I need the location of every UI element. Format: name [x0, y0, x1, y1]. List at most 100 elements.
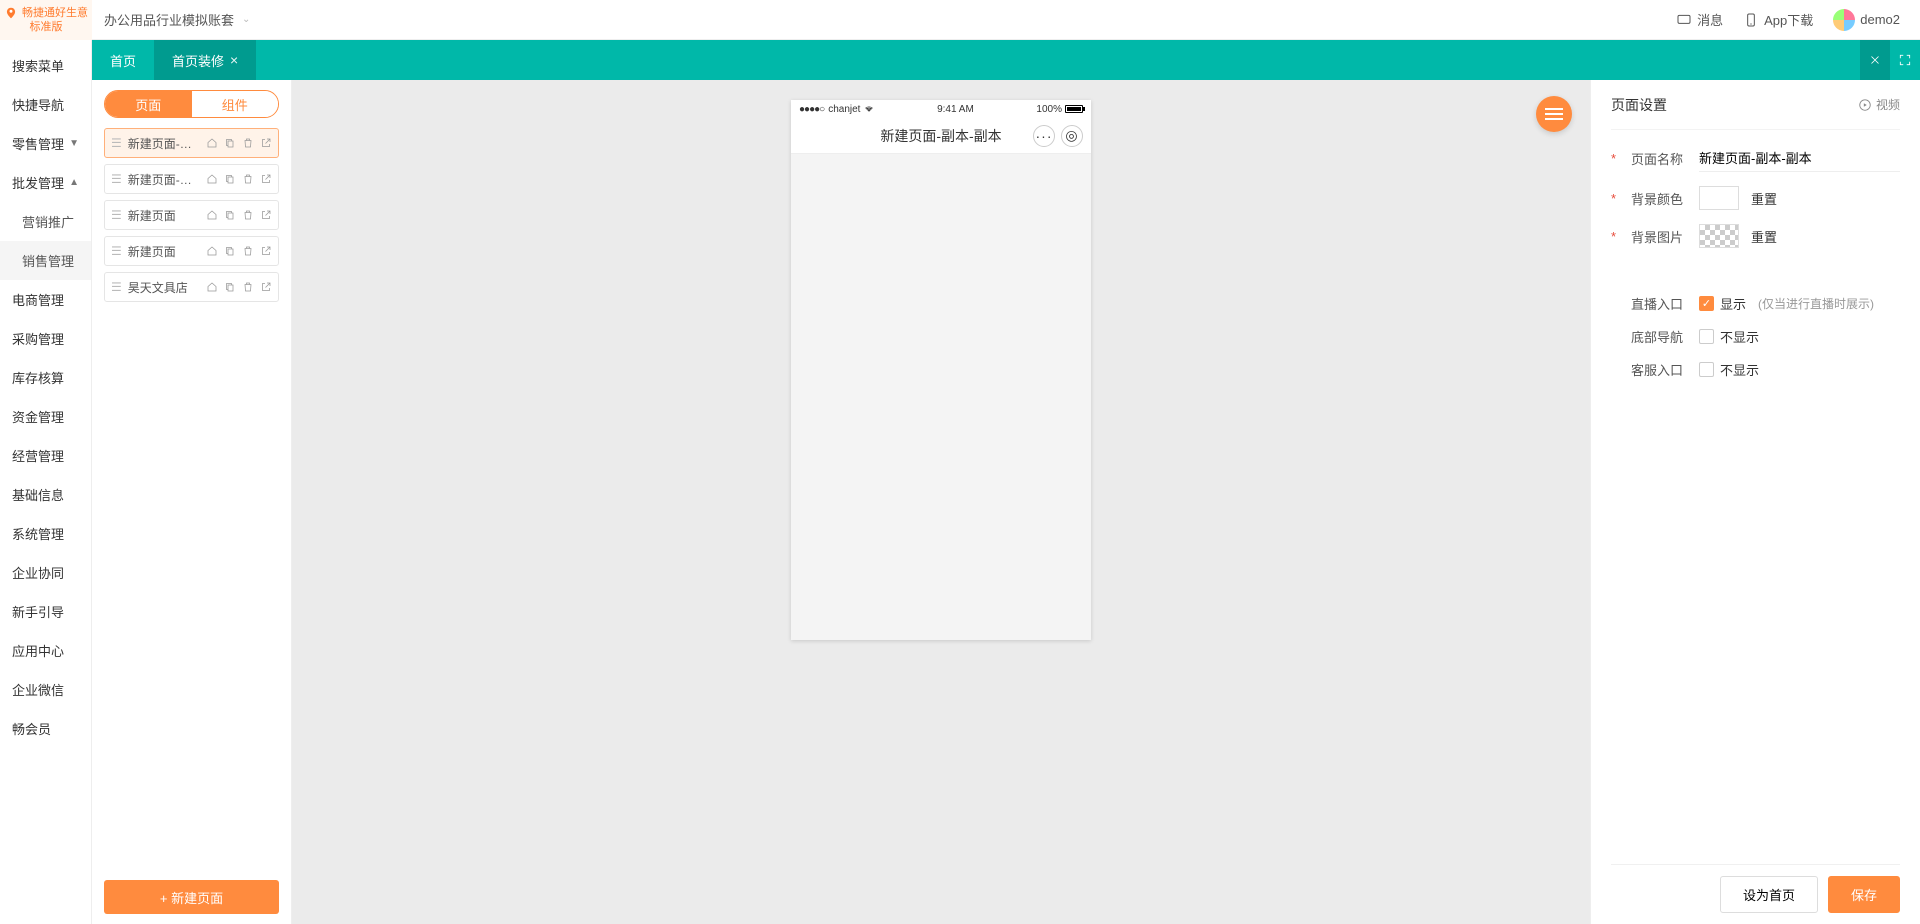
settings-panel: 页面设置 视频 * 页面名称 * 背景颜色: [1590, 80, 1920, 924]
label-service: 客服入口: [1631, 360, 1687, 379]
label-bottomnav: 底部导航: [1631, 327, 1687, 346]
nav-item-15[interactable]: 应用中心: [0, 631, 91, 670]
logo-text: 畅捷通好生意: [22, 6, 88, 20]
messages-link[interactable]: 消息: [1676, 10, 1723, 29]
main: 首页 首页装修 × 页面 组件 ☰新建页面-副本-...☰新建页面-副本☰新: [92, 40, 1920, 924]
nav-item-5[interactable]: 销售管理: [0, 241, 91, 280]
tab-close-all[interactable]: [1860, 40, 1890, 80]
mini-target-icon[interactable]: ◎: [1061, 125, 1083, 147]
nav-item-12[interactable]: 系统管理: [0, 514, 91, 553]
nav-item-2[interactable]: 零售管理▼: [0, 124, 91, 163]
live-hint: (仅当进行直播时展示): [1758, 295, 1874, 312]
nav-item-3[interactable]: 批发管理▲: [0, 163, 91, 202]
label-bgimg: 背景图片: [1631, 227, 1687, 246]
nav-item-4[interactable]: 营销推广: [0, 202, 91, 241]
phone-icon: [1743, 12, 1759, 28]
delete-icon[interactable]: [242, 173, 254, 185]
share-icon[interactable]: [260, 137, 272, 149]
drag-icon[interactable]: ☰: [111, 208, 122, 222]
page-item-4[interactable]: ☰昊天文具店: [104, 272, 279, 302]
app-download-link[interactable]: App下载: [1743, 10, 1813, 29]
live-checkbox[interactable]: ✓ 显示: [1699, 294, 1746, 313]
nav-item-7[interactable]: 采购管理: [0, 319, 91, 358]
seg-component[interactable]: 组件: [192, 91, 279, 117]
home-icon[interactable]: [206, 173, 218, 185]
signal-icon: ●●●●○: [799, 104, 824, 115]
tab-page-decor[interactable]: 首页装修 ×: [154, 40, 256, 80]
drag-icon[interactable]: ☰: [111, 172, 122, 186]
page-item-1[interactable]: ☰ 新建页面-副本: [104, 164, 279, 194]
phone-body[interactable]: [791, 154, 1091, 640]
bgimg-reset[interactable]: 重置: [1751, 227, 1777, 246]
copy-icon[interactable]: [224, 281, 236, 293]
delete-icon[interactable]: [242, 245, 254, 257]
nav-item-10[interactable]: 经营管理: [0, 436, 91, 475]
close-icon[interactable]: ×: [230, 52, 238, 68]
page-item-label: 新建页面-副本: [128, 171, 200, 188]
delete-icon[interactable]: [242, 209, 254, 221]
battery-icon: [1065, 105, 1083, 113]
copy-icon[interactable]: [224, 209, 236, 221]
tab-fullscreen[interactable]: [1890, 40, 1920, 80]
page-item-2[interactable]: ☰新建页面: [104, 200, 279, 230]
save-button[interactable]: 保存: [1828, 876, 1900, 913]
delete-icon[interactable]: [242, 137, 254, 149]
canvas: ●●●●○ chanjet 9:41 AM 100% 新建页面-副本-副本: [292, 80, 1590, 924]
nav-item-13[interactable]: 企业协同: [0, 553, 91, 592]
label-bgcolor: 背景颜色: [1631, 189, 1687, 208]
set-home-button[interactable]: 设为首页: [1720, 876, 1818, 913]
drag-icon[interactable]: ☰: [111, 280, 122, 294]
copy-icon[interactable]: [224, 137, 236, 149]
nav-item-1[interactable]: 快捷导航: [0, 85, 91, 124]
delete-icon[interactable]: [242, 281, 254, 293]
video-help[interactable]: 视频: [1858, 96, 1900, 113]
home-icon[interactable]: [206, 281, 218, 293]
tab-bar: 首页 首页装修 ×: [92, 40, 1920, 80]
page-item-3[interactable]: ☰新建页面: [104, 236, 279, 266]
new-page-button[interactable]: + 新建页面: [104, 880, 279, 914]
nav-item-9[interactable]: 资金管理: [0, 397, 91, 436]
bottomnav-checkbox[interactable]: 不显示: [1699, 327, 1759, 346]
chevron-icon: ▲: [69, 177, 79, 188]
phone-preview: ●●●●○ chanjet 9:41 AM 100% 新建页面-副本-副本: [791, 100, 1091, 640]
nav-item-16[interactable]: 企业微信: [0, 670, 91, 709]
drag-icon[interactable]: ☰: [111, 136, 122, 150]
top-header: 畅捷通好生意 标准版 办公用品行业模拟账套 ⌄ 消息 App下载 demo2: [0, 0, 1920, 40]
home-icon[interactable]: [206, 209, 218, 221]
page-item-label: 新建页面-副本-...: [128, 135, 200, 152]
menu-fab[interactable]: [1536, 96, 1572, 132]
seg-page[interactable]: 页面: [105, 91, 192, 117]
share-icon[interactable]: [260, 209, 272, 221]
account-select[interactable]: 办公用品行业模拟账套 ⌄: [104, 10, 250, 29]
nav-item-8[interactable]: 库存核算: [0, 358, 91, 397]
page-name-input[interactable]: [1699, 144, 1900, 172]
header-right: 消息 App下载 demo2: [1676, 9, 1920, 31]
share-icon[interactable]: [260, 245, 272, 257]
nav-item-17[interactable]: 畅会员: [0, 709, 91, 748]
share-icon[interactable]: [260, 173, 272, 185]
drag-icon[interactable]: ☰: [111, 244, 122, 258]
phone-title: 新建页面-副本-副本: [880, 126, 1001, 146]
bgcolor-reset[interactable]: 重置: [1751, 189, 1777, 208]
service-checkbox[interactable]: 不显示: [1699, 360, 1759, 379]
pages-panel: 页面 组件 ☰ 新建页面-副本-... ☰ 新建页面-副本 ☰新建页面 ☰新建页面 ☰昊天文…: [92, 80, 292, 924]
left-nav: 搜索菜单快捷导航零售管理▼批发管理▲营销推广销售管理电商管理采购管理库存核算资金…: [0, 40, 92, 924]
user-menu[interactable]: demo2: [1833, 9, 1900, 31]
nav-item-14[interactable]: 新手引导: [0, 592, 91, 631]
logo-version: 标准版: [30, 20, 63, 34]
nav-item-11[interactable]: 基础信息: [0, 475, 91, 514]
nav-item-6[interactable]: 电商管理: [0, 280, 91, 319]
chevron-icon: ▼: [69, 138, 79, 149]
share-icon[interactable]: [260, 281, 272, 293]
nav-item-0[interactable]: 搜索菜单: [0, 46, 91, 85]
bgcolor-swatch[interactable]: [1699, 186, 1739, 210]
copy-icon[interactable]: [224, 173, 236, 185]
chevron-down-icon: ⌄: [242, 14, 250, 25]
bgimg-swatch[interactable]: [1699, 224, 1739, 248]
page-item-0[interactable]: ☰ 新建页面-副本-...: [104, 128, 279, 158]
copy-icon[interactable]: [224, 245, 236, 257]
tab-home[interactable]: 首页: [92, 40, 154, 80]
home-icon[interactable]: [206, 137, 218, 149]
home-icon[interactable]: [206, 245, 218, 257]
mini-menu-icon[interactable]: ···: [1033, 125, 1055, 147]
